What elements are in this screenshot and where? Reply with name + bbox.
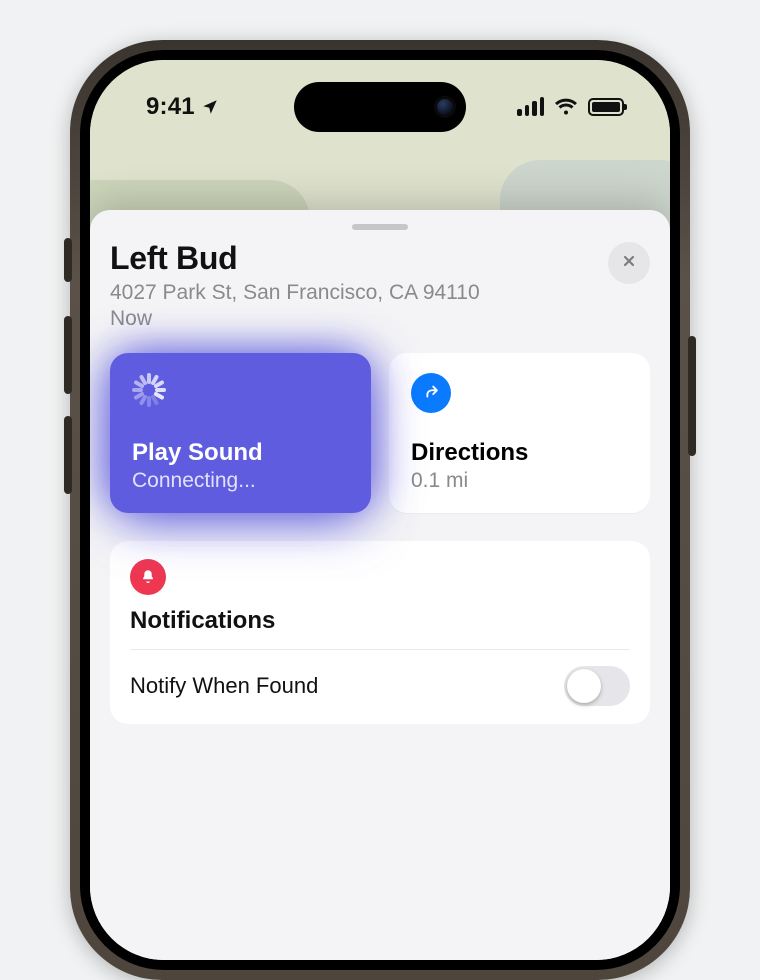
device-detail-sheet[interactable]: Left Bud 4027 Park St, San Francisco, CA… bbox=[90, 210, 670, 960]
sheet-grabber[interactable] bbox=[352, 224, 408, 230]
status-bar: 9:41 bbox=[90, 84, 670, 130]
notify-when-found-row: Notify When Found bbox=[130, 649, 630, 724]
volume-up-button[interactable] bbox=[64, 316, 72, 394]
screen: 9:41 bbox=[90, 60, 670, 960]
device-timestamp: Now bbox=[110, 307, 480, 331]
directions-card[interactable]: Directions 0.1 mi bbox=[389, 353, 650, 513]
bell-icon bbox=[130, 559, 166, 595]
battery-icon bbox=[588, 98, 624, 116]
directions-icon bbox=[411, 373, 451, 413]
mute-switch[interactable] bbox=[64, 238, 72, 282]
stage: 9:41 bbox=[0, 0, 760, 760]
location-services-icon bbox=[201, 98, 219, 116]
notifications-section: Notifications Notify When Found bbox=[110, 541, 650, 724]
wifi-icon bbox=[554, 98, 578, 116]
phone-frame: 9:41 bbox=[70, 40, 690, 980]
device-title: Left Bud bbox=[110, 240, 480, 277]
play-sound-title: Play Sound bbox=[132, 439, 349, 467]
volume-down-button[interactable] bbox=[64, 416, 72, 494]
side-button[interactable] bbox=[688, 336, 696, 456]
sheet-header: Left Bud 4027 Park St, San Francisco, CA… bbox=[110, 240, 650, 331]
status-right bbox=[517, 98, 624, 116]
close-button[interactable] bbox=[608, 242, 650, 284]
action-cards: Play Sound Connecting... Directions bbox=[110, 353, 650, 513]
play-sound-card[interactable]: Play Sound Connecting... bbox=[110, 353, 371, 513]
status-time: 9:41 bbox=[146, 93, 195, 121]
phone-bezel-inner: 9:41 bbox=[86, 56, 674, 964]
spinner-icon bbox=[132, 373, 166, 407]
directions-distance: 0.1 mi bbox=[411, 469, 628, 493]
device-address: 4027 Park St, San Francisco, CA 94110 bbox=[110, 279, 480, 307]
directions-title: Directions bbox=[411, 439, 628, 467]
notifications-title: Notifications bbox=[130, 607, 630, 635]
cellular-signal-icon bbox=[517, 98, 544, 116]
status-left: 9:41 bbox=[146, 93, 219, 121]
play-sound-status: Connecting... bbox=[132, 469, 349, 493]
notify-when-found-label: Notify When Found bbox=[130, 673, 318, 699]
close-icon bbox=[621, 253, 637, 274]
title-block: Left Bud 4027 Park St, San Francisco, CA… bbox=[110, 240, 480, 331]
toggle-knob bbox=[567, 669, 601, 703]
phone-bezel-outer: 9:41 bbox=[80, 50, 680, 970]
play-sound-progress bbox=[132, 373, 349, 413]
notify-when-found-toggle[interactable] bbox=[564, 666, 630, 706]
